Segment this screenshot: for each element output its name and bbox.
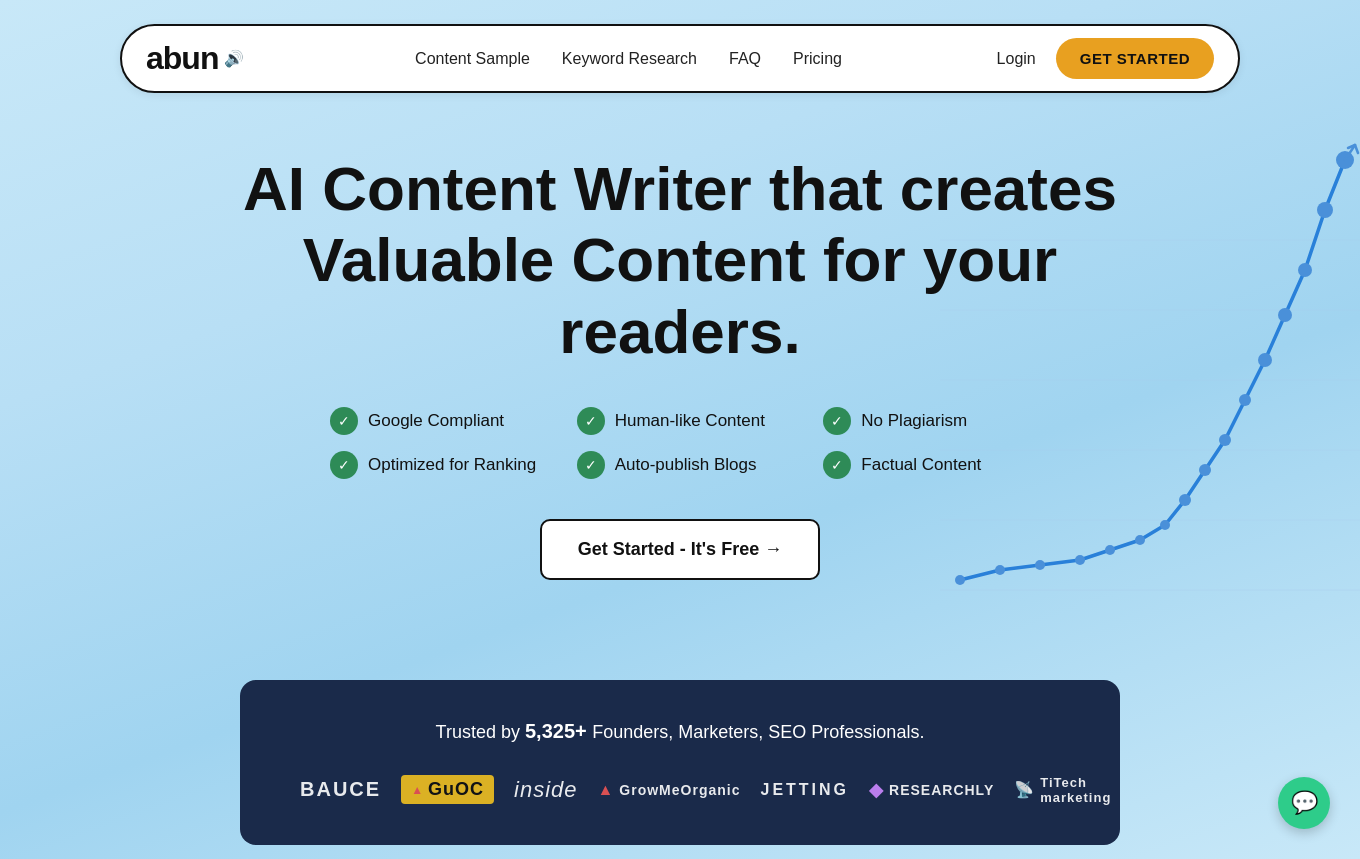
navbar: abun 🔊 Content Sample Keyword Research F… bbox=[120, 24, 1240, 93]
hero-title: AI Content Writer that creates Valuable … bbox=[230, 153, 1130, 367]
check-icon-human: ✓ bbox=[577, 407, 605, 435]
logo-jetting: JETTING bbox=[760, 781, 849, 799]
nav-keyword-research[interactable]: Keyword Research bbox=[562, 50, 697, 68]
feature-optimized: ✓ Optimized for Ranking bbox=[330, 451, 537, 479]
nav-faq[interactable]: FAQ bbox=[729, 50, 761, 68]
check-icon-optimized: ✓ bbox=[330, 451, 358, 479]
nav-right: Login GET STARTED bbox=[997, 38, 1214, 79]
nav-links: Content Sample Keyword Research FAQ Pric… bbox=[292, 50, 964, 68]
trusted-count: 5,325+ bbox=[525, 720, 592, 742]
chat-icon: 💬 bbox=[1291, 790, 1318, 816]
logo-bauce: BAUCE bbox=[300, 778, 381, 801]
check-icon-plagiarism: ✓ bbox=[823, 407, 851, 435]
feature-auto-publish: ✓ Auto-publish Blogs bbox=[577, 451, 784, 479]
feature-human-like: ✓ Human-like Content bbox=[577, 407, 784, 435]
logo-area: abun 🔊 bbox=[146, 40, 244, 77]
researchly-icon: ◆ bbox=[869, 779, 884, 801]
nav-content-sample[interactable]: Content Sample bbox=[415, 50, 530, 68]
feature-label-google: Google Compliant bbox=[368, 411, 504, 431]
chat-bubble[interactable]: 💬 bbox=[1278, 777, 1330, 829]
login-link[interactable]: Login bbox=[997, 50, 1036, 68]
feature-label-publish: Auto-publish Blogs bbox=[615, 455, 757, 475]
growme-icon: ▲ bbox=[598, 781, 615, 799]
logos-row: BAUCE ▲ GuOC inside ▲ GrowMeOrganic JETT… bbox=[300, 775, 1060, 805]
trusted-text: Trusted by 5,325+ Founders, Marketers, S… bbox=[300, 720, 1060, 743]
hero-cta-button[interactable]: Get Started - It's Free → bbox=[540, 519, 820, 580]
feature-label-human: Human-like Content bbox=[615, 411, 765, 431]
logo-guoc: ▲ GuOC bbox=[401, 775, 494, 804]
hero-section: AI Content Writer that creates Valuable … bbox=[0, 93, 1360, 620]
logo-titech: 📡 TiTech marketing bbox=[1014, 775, 1111, 805]
feature-google-compliant: ✓ Google Compliant bbox=[330, 407, 537, 435]
sound-icon: 🔊 bbox=[224, 49, 244, 68]
feature-no-plagiarism: ✓ No Plagiarism bbox=[823, 407, 1030, 435]
trusted-suffix: Founders, Marketers, SEO Professionals. bbox=[592, 722, 924, 742]
features-grid: ✓ Google Compliant ✓ Human-like Content … bbox=[330, 407, 1030, 479]
feature-label-optimized: Optimized for Ranking bbox=[368, 455, 536, 475]
logo-growme: ▲ GrowMeOrganic bbox=[598, 781, 741, 799]
feature-label-plagiarism: No Plagiarism bbox=[861, 411, 967, 431]
trusted-prefix: Trusted by bbox=[436, 722, 525, 742]
navbar-wrapper: abun 🔊 Content Sample Keyword Research F… bbox=[0, 0, 1360, 93]
nav-pricing[interactable]: Pricing bbox=[793, 50, 842, 68]
check-icon-google: ✓ bbox=[330, 407, 358, 435]
check-icon-publish: ✓ bbox=[577, 451, 605, 479]
logo-researchly: ◆ RESEARCHLY bbox=[869, 779, 994, 801]
trusted-section: Trusted by 5,325+ Founders, Marketers, S… bbox=[240, 680, 1120, 845]
titech-icon: 📡 bbox=[1014, 780, 1035, 799]
logo-text: abun bbox=[146, 40, 218, 77]
feature-label-factual: Factual Content bbox=[861, 455, 981, 475]
check-icon-factual: ✓ bbox=[823, 451, 851, 479]
logo-inside: inside bbox=[514, 777, 577, 803]
get-started-button[interactable]: GET STARTED bbox=[1056, 38, 1214, 79]
feature-factual: ✓ Factual Content bbox=[823, 451, 1030, 479]
